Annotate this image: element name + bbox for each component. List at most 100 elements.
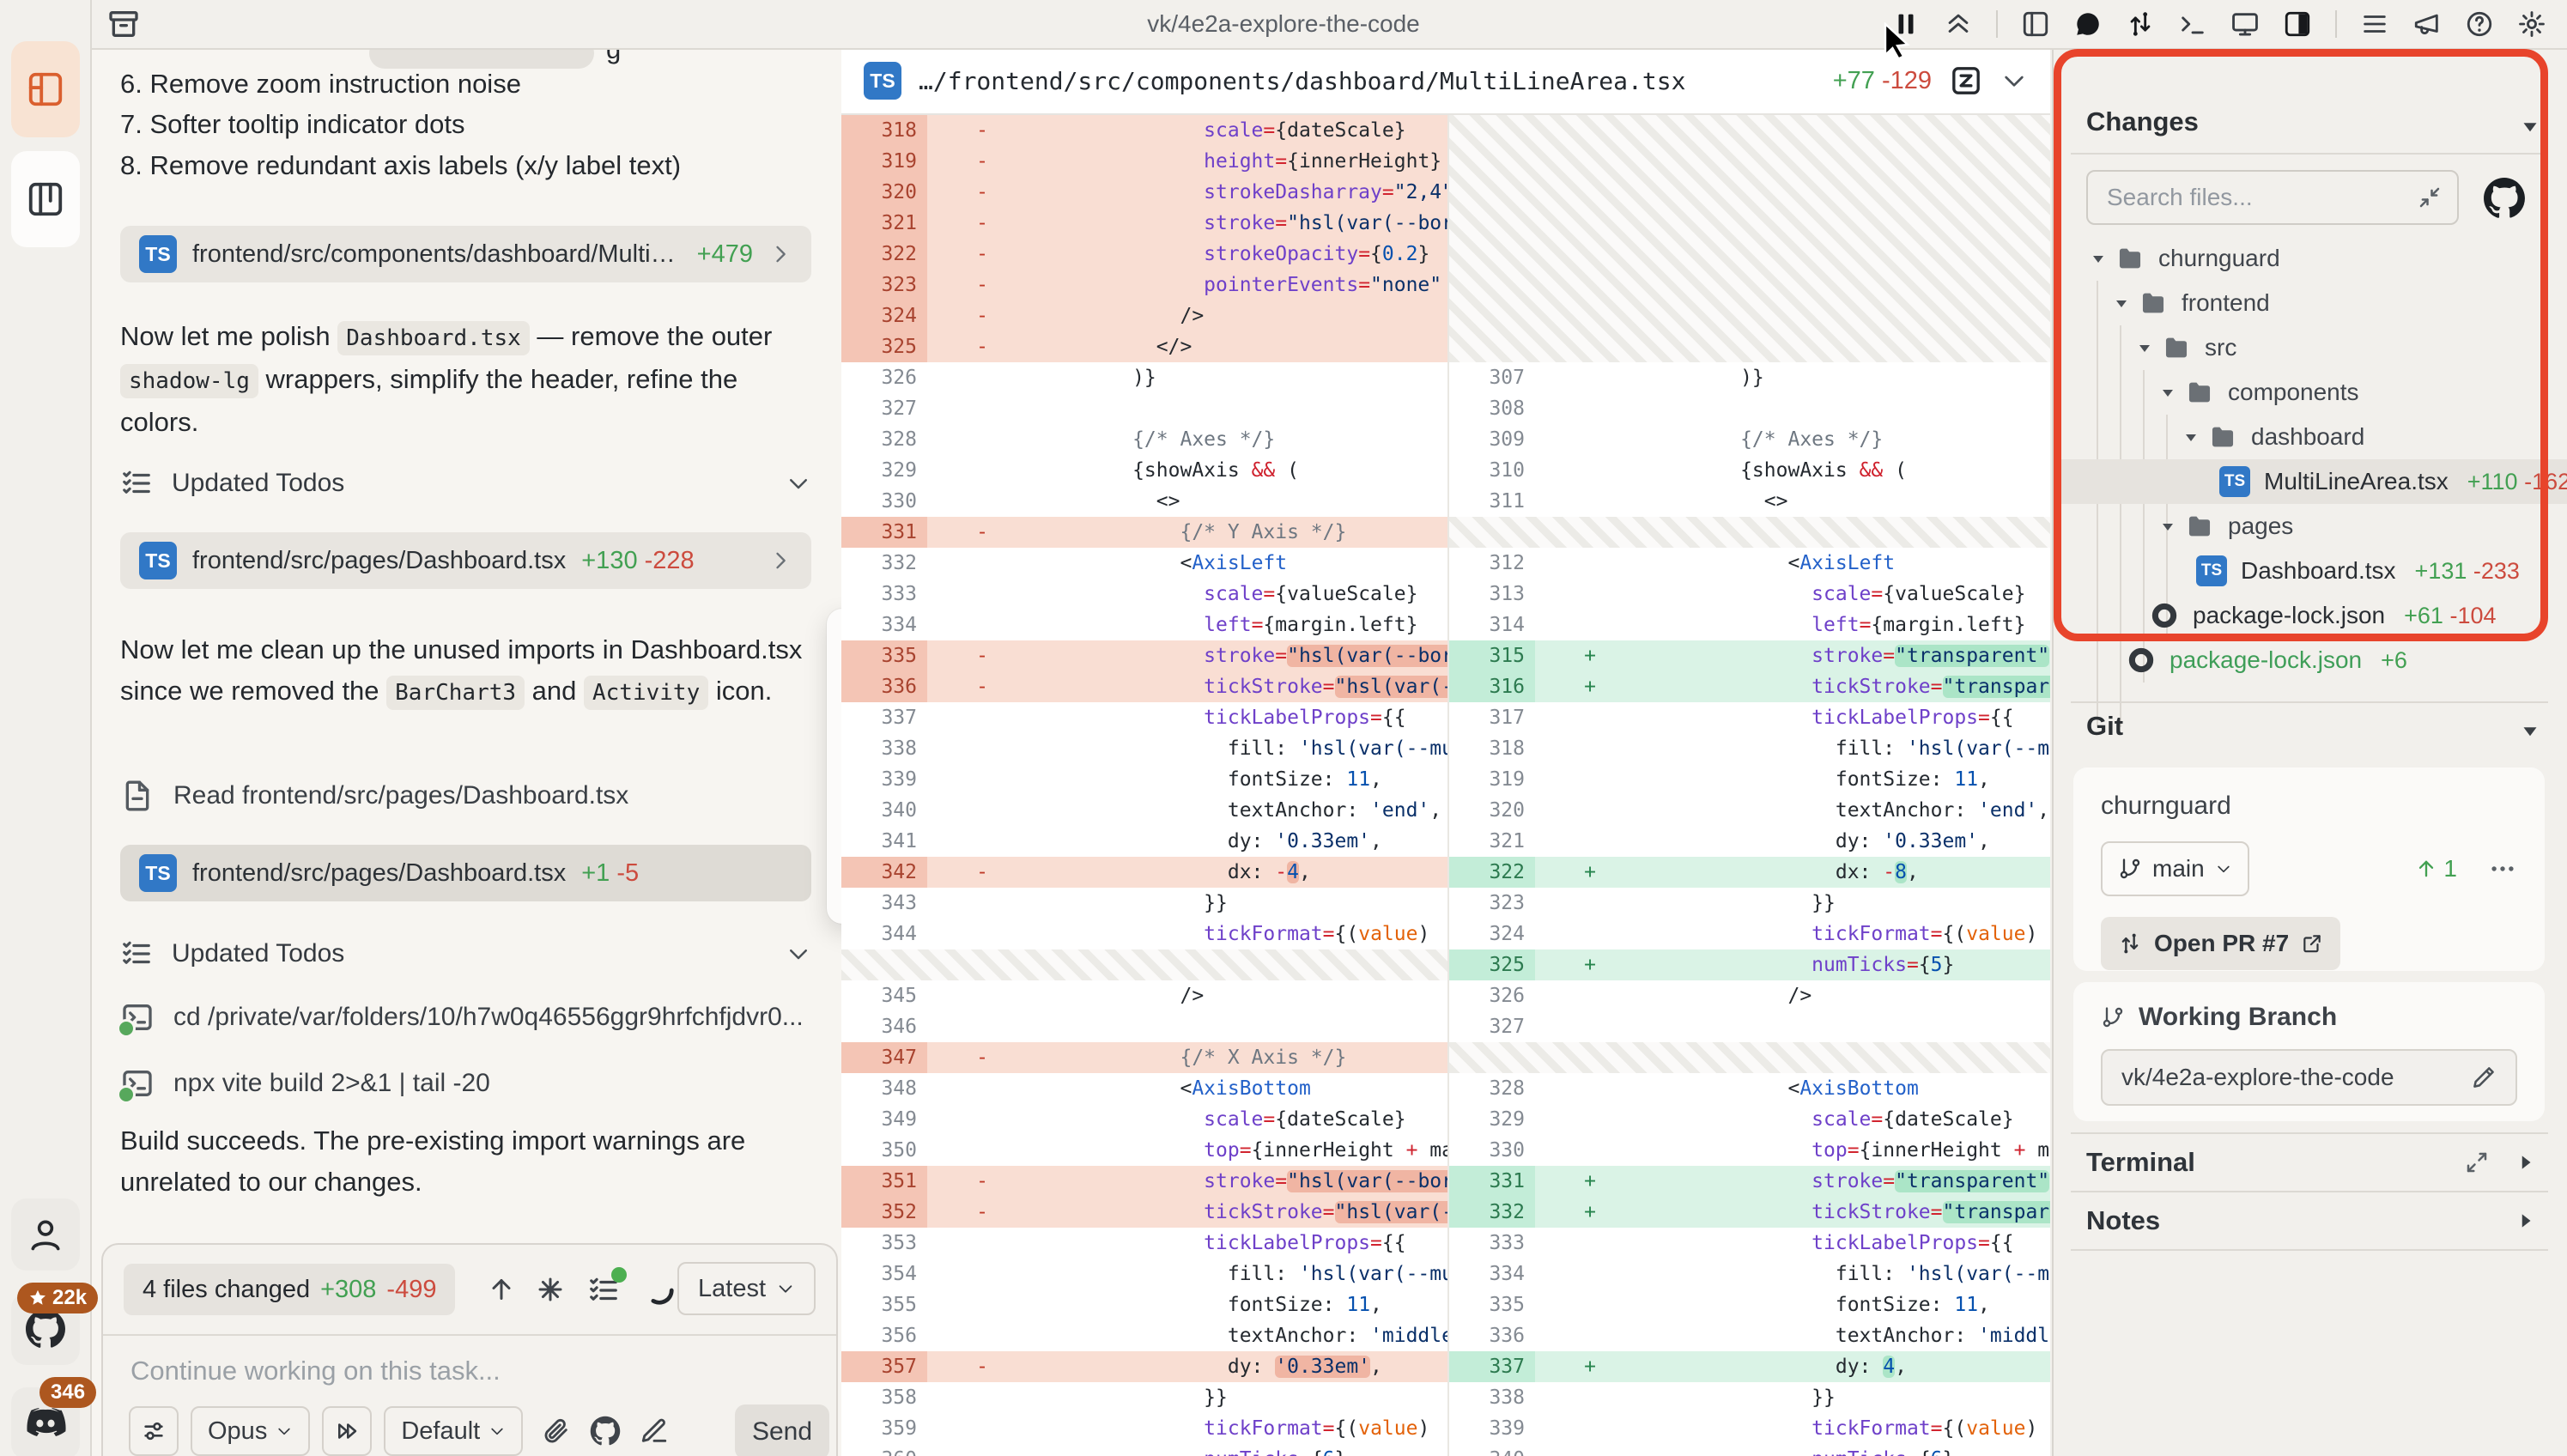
diff-context-line[interactable]: 339 fontSize: 11, bbox=[841, 764, 1447, 795]
board-view-button[interactable] bbox=[11, 151, 80, 247]
diff-context-line[interactable]: 333 tickLabelProps={{ bbox=[1449, 1228, 2050, 1259]
diff-removed-line[interactable]: 320- strokeDasharray="2,4" bbox=[841, 177, 1447, 208]
diff-context-line[interactable]: 340 textAnchor: 'end', bbox=[841, 795, 1447, 826]
file-chip[interactable]: TSfrontend/src/pages/Dashboard.tsx+130 -… bbox=[120, 532, 811, 589]
diff-context-line[interactable]: 346 bbox=[841, 1011, 1447, 1042]
diff-context-line[interactable]: 360 numTicks={6} bbox=[841, 1444, 1447, 1456]
diff-removed-line[interactable]: 357- dy: '0.33em', bbox=[841, 1351, 1447, 1382]
latest-dropdown[interactable]: Latest bbox=[677, 1262, 816, 1315]
tree-file-dashboard-tsx[interactable]: TSDashboard.tsx+131 -233 bbox=[2054, 549, 2567, 593]
help-button[interactable] bbox=[2465, 9, 2494, 39]
tree-file-package-lock-json[interactable]: package-lock.json+6 bbox=[2054, 638, 2567, 682]
diff-removed-line[interactable]: 322- strokeOpacity={0.2} bbox=[841, 239, 1447, 270]
diff-removed-line[interactable]: 331- {/* Y Axis */} bbox=[841, 517, 1447, 548]
diff-context-line[interactable]: 327 bbox=[841, 393, 1447, 424]
split-view-icon[interactable] bbox=[1949, 64, 1983, 98]
diff-context-line[interactable]: 310 {showAxis && ( bbox=[1449, 455, 2050, 486]
sparkle-button[interactable] bbox=[535, 1274, 566, 1305]
diff-context-line[interactable]: 328 {/* Axes */} bbox=[841, 424, 1447, 455]
diff-removed-line[interactable]: 351- stroke="hsl(var(--border))" bbox=[841, 1166, 1447, 1197]
diff-header[interactable]: TS …/frontend/src/components/dashboard/M… bbox=[841, 48, 2050, 115]
diff-context-line[interactable]: 354 fill: 'hsl(var(--muted-foreground))' bbox=[841, 1259, 1447, 1289]
tree-folder-components[interactable]: components bbox=[2054, 370, 2567, 415]
menu-button[interactable] bbox=[2360, 9, 2389, 39]
diff-removed-line[interactable]: 318- scale={dateScale} bbox=[841, 115, 1447, 146]
composer-settings-button[interactable] bbox=[129, 1406, 179, 1456]
notes-section[interactable]: Notes bbox=[2054, 1192, 2567, 1249]
diff-added-line[interactable]: 322+ dx: -8, bbox=[1449, 857, 2050, 888]
terminal-view-button[interactable] bbox=[2178, 9, 2207, 39]
caret-down-icon[interactable] bbox=[2181, 427, 2201, 447]
chat-view-button[interactable] bbox=[2073, 9, 2103, 39]
diff-removed-line[interactable]: 325- </> bbox=[841, 331, 1447, 362]
diff-collapsed-gap[interactable] bbox=[841, 949, 1447, 980]
caret-down-icon[interactable] bbox=[2157, 382, 2178, 403]
diff-context-line[interactable]: 312 <AxisLeft bbox=[1449, 548, 2050, 579]
toggle-left-panel-button[interactable] bbox=[2021, 9, 2050, 39]
github-icon[interactable] bbox=[2483, 177, 2526, 220]
caret-down-icon[interactable] bbox=[2134, 337, 2155, 358]
updated-todos-row[interactable]: Updated Todos bbox=[120, 462, 811, 505]
chevron-down-icon[interactable] bbox=[786, 470, 811, 496]
tool-call-row[interactable]: Read frontend/src/pages/Dashboard.tsx bbox=[120, 774, 811, 817]
tree-folder-dashboard[interactable]: dashboard bbox=[2054, 415, 2567, 459]
send-button[interactable]: Send bbox=[735, 1404, 829, 1456]
diff-context-line[interactable]: 326 /> bbox=[1449, 980, 2050, 1011]
mode-dropdown[interactable]: Default bbox=[384, 1406, 523, 1456]
git-collapse-caret[interactable] bbox=[2517, 718, 2543, 743]
diff-context-line[interactable]: 323 }} bbox=[1449, 888, 2050, 919]
diff-context-line[interactable]: 328 <AxisBottom bbox=[1449, 1073, 2050, 1104]
diff-removed-line[interactable]: 323- pointerEvents="none" bbox=[841, 270, 1447, 300]
chevron-down-icon[interactable] bbox=[786, 941, 811, 967]
notes-expand-caret[interactable] bbox=[2514, 1210, 2536, 1232]
diff-context-line[interactable]: 338 fill: 'hsl(var(--muted-foreground))' bbox=[841, 733, 1447, 764]
diff-context-line[interactable]: 343 }} bbox=[841, 888, 1447, 919]
diff-context-line[interactable]: 348 <AxisBottom bbox=[841, 1073, 1447, 1104]
terminal-expand-caret[interactable] bbox=[2514, 1151, 2536, 1174]
diff-context-line[interactable]: 308 bbox=[1449, 393, 2050, 424]
file-chip[interactable]: TSfrontend/src/pages/Dashboard.tsx+1 -5 bbox=[120, 845, 811, 901]
diff-context-line[interactable]: 321 dy: '0.33em', bbox=[1449, 826, 2050, 857]
tree-folder-churnguard[interactable]: churnguard bbox=[2054, 236, 2567, 281]
diff-context-line[interactable]: 307 )} bbox=[1449, 362, 2050, 393]
diff-context-line[interactable]: 338 }} bbox=[1449, 1382, 2050, 1413]
tree-folder-frontend[interactable]: frontend bbox=[2054, 281, 2567, 325]
edit-branch-icon[interactable] bbox=[2471, 1065, 2497, 1090]
diff-context-line[interactable]: 337 tickLabelProps={{ bbox=[841, 702, 1447, 733]
diff-removed-line[interactable]: 336- tickStroke="hsl(var(--border))" bbox=[841, 671, 1447, 702]
git-more-button[interactable] bbox=[2488, 854, 2517, 883]
diff-context-line[interactable]: 336 textAnchor: 'middle', bbox=[1449, 1320, 2050, 1351]
diff-removed-line[interactable]: 319- height={innerHeight} bbox=[841, 146, 1447, 177]
diff-context-line[interactable]: 356 textAnchor: 'middle', bbox=[841, 1320, 1447, 1351]
caret-down-icon[interactable] bbox=[2111, 293, 2132, 313]
tool-call-row[interactable]: cd /private/var/folders/10/h7w0q46556ggr… bbox=[120, 996, 811, 1039]
collapse-diff-icon[interactable] bbox=[2000, 67, 2028, 94]
diff-context-line[interactable]: 330 top={innerHeight + margin.top} bbox=[1449, 1135, 2050, 1166]
diff-collapsed-gap[interactable] bbox=[1449, 115, 2050, 362]
diff-context-line[interactable]: 335 fontSize: 11, bbox=[1449, 1289, 2050, 1320]
diff-context-line[interactable]: 327 bbox=[1449, 1011, 2050, 1042]
diff-removed-line[interactable]: 324- /> bbox=[841, 300, 1447, 331]
todos-button[interactable] bbox=[587, 1274, 620, 1311]
diff-context-line[interactable]: 329 scale={dateScale} bbox=[1449, 1104, 2050, 1135]
diff-context-line[interactable]: 330 <> bbox=[841, 486, 1447, 517]
settings-button[interactable] bbox=[2517, 9, 2546, 39]
diff-context-line[interactable]: 353 tickLabelProps={{ bbox=[841, 1228, 1447, 1259]
diff-removed-line[interactable]: 342- dx: -4, bbox=[841, 857, 1447, 888]
file-chip[interactable]: TSfrontend/src/components/dashboard/Mult… bbox=[120, 226, 811, 282]
caret-down-icon[interactable] bbox=[2157, 516, 2178, 537]
diff-added-line[interactable]: 316+ tickStroke="transparent" bbox=[1449, 671, 2050, 702]
diff-context-line[interactable]: 341 dy: '0.33em', bbox=[841, 826, 1447, 857]
diff-context-line[interactable]: 349 scale={dateScale} bbox=[841, 1104, 1447, 1135]
diff-context-line[interactable]: 345 /> bbox=[841, 980, 1447, 1011]
collapse-tree-icon[interactable] bbox=[2417, 185, 2458, 210]
pen-button[interactable] bbox=[640, 1417, 669, 1446]
diff-added-line[interactable]: 331+ stroke="transparent" bbox=[1449, 1166, 2050, 1197]
diff-context-line[interactable]: 333 scale={valueScale} bbox=[841, 579, 1447, 610]
workspace-view-button[interactable] bbox=[11, 41, 80, 137]
changes-collapse-caret[interactable] bbox=[2517, 113, 2543, 139]
diff-context-line[interactable]: 318 fill: 'hsl(var(--muted-foreground))' bbox=[1449, 733, 2050, 764]
collapse-all-button[interactable] bbox=[1944, 9, 1973, 39]
diff-context-line[interactable]: 317 tickLabelProps={{ bbox=[1449, 702, 2050, 733]
task-input[interactable] bbox=[129, 1355, 802, 1387]
